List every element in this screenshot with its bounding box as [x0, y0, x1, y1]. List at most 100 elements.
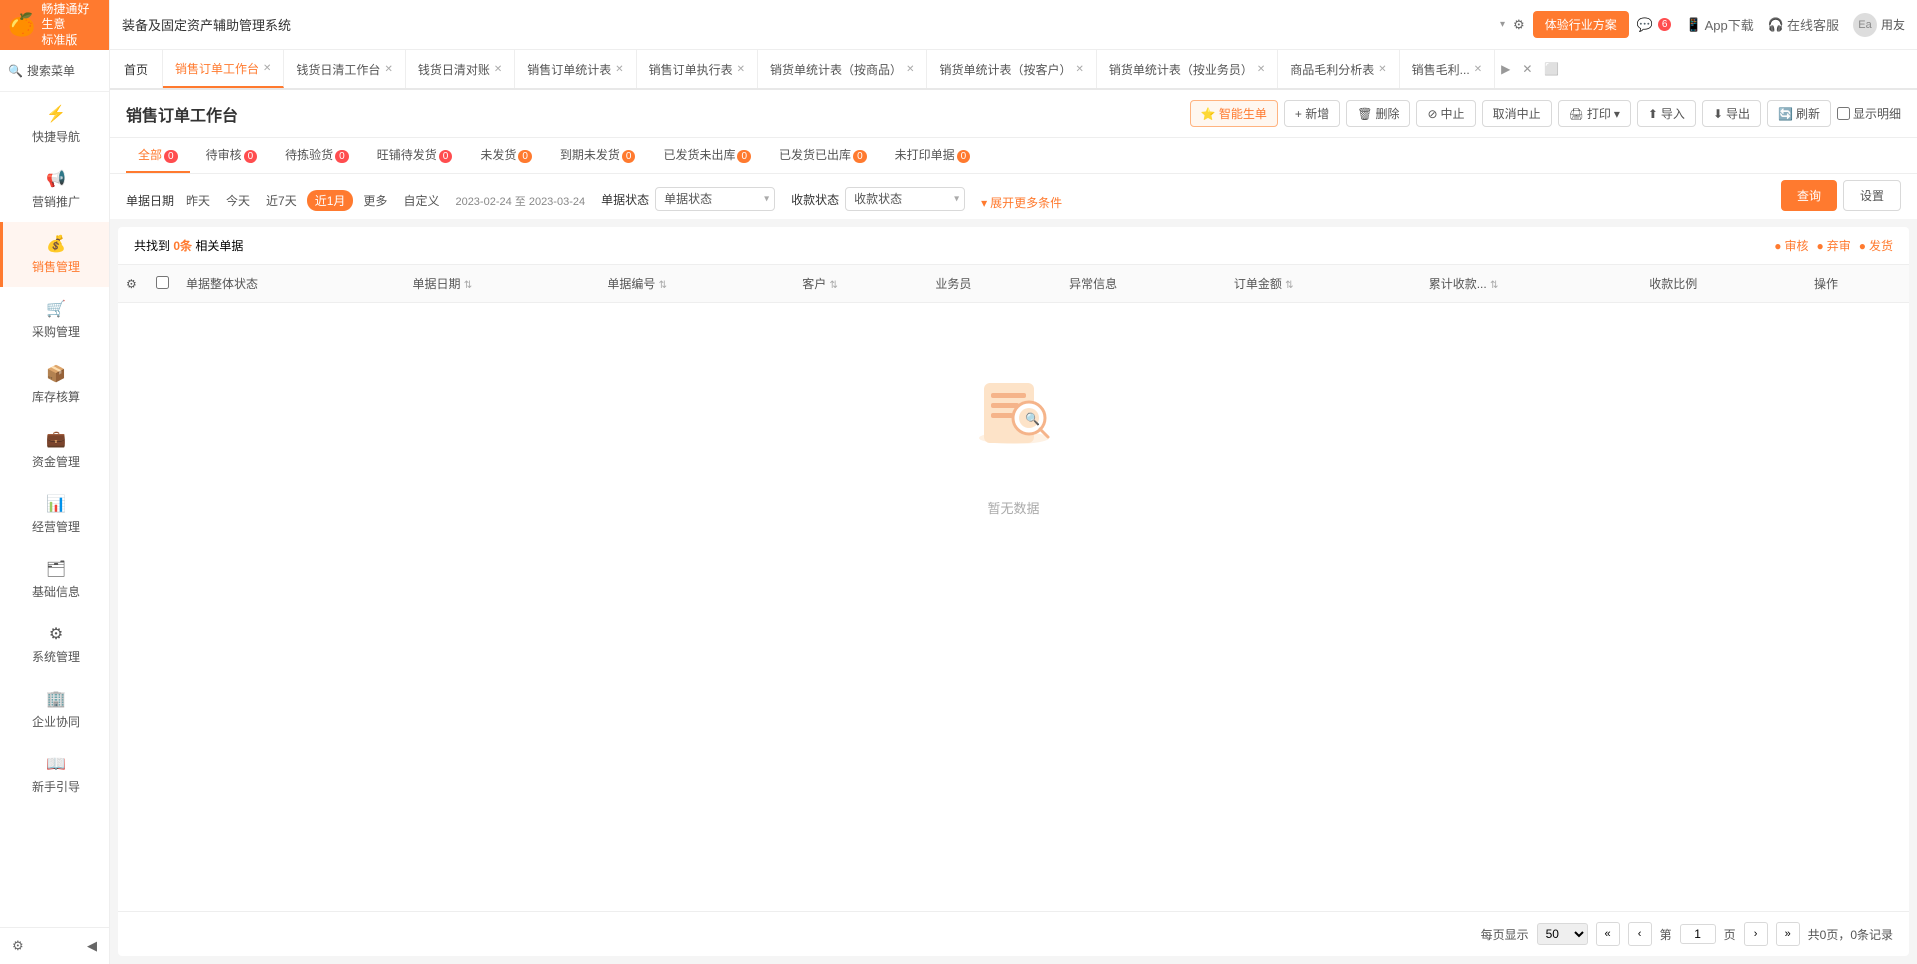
tab-sales-exec[interactable]: 销售订单执行表 ✕ — [637, 50, 758, 88]
subtab-not-shipped[interactable]: 未发货0 — [468, 138, 544, 173]
subtab-wangpu-ship[interactable]: 旺铺待发货0 — [365, 138, 465, 173]
tab-close-cash-daily[interactable]: ✕ — [384, 64, 392, 75]
sidebar-nav-item-enterprise[interactable]: 🏢 企业协同 — [0, 677, 109, 742]
subtab-shipped-not-out[interactable]: 已发货未出库0 — [651, 138, 763, 173]
industry-solution-button[interactable]: 体验行业方案 — [1533, 11, 1629, 38]
subtab-pending-review[interactable]: 待审核0 — [194, 138, 270, 173]
ship-button[interactable]: ● 发货 — [1859, 237, 1893, 254]
subtab-not-printed[interactable]: 未打印单据0 — [883, 138, 983, 173]
tab-close-gross-profit[interactable]: ✕ — [1378, 64, 1386, 75]
subtab-shipped-out[interactable]: 已发货已出库0 — [767, 138, 879, 173]
col-date[interactable]: 单据日期 ⇅ — [404, 265, 599, 303]
tab-close-sale-summary-staff[interactable]: ✕ — [1257, 64, 1265, 75]
search-menu-button[interactable]: 🔍 搜索菜单 — [8, 58, 101, 83]
ai-generate-button[interactable]: ⭐ 智能生单 — [1190, 100, 1278, 127]
tab-home[interactable]: 首页 — [110, 50, 163, 88]
approve-button[interactable]: ● 审核 — [1774, 237, 1808, 254]
sidebar-nav-item-guide[interactable]: 📖 新手引导 — [0, 742, 109, 807]
page-header-actions: ⭐ 智能生单 + 新增 🗑 删除 ⊘ 中止 取消中止 🖨 打印 ▾ — [1190, 100, 1901, 127]
subtab-all[interactable]: 全部0 — [126, 138, 190, 173]
col-staff[interactable]: 业务员 — [927, 265, 1061, 303]
tab-sales-stats[interactable]: 销售订单统计表 ✕ — [515, 50, 636, 88]
query-button[interactable]: 查询 — [1781, 180, 1837, 211]
import-button[interactable]: ⬆ 导入 — [1637, 100, 1696, 127]
refresh-button[interactable]: 🔄 刷新 — [1767, 100, 1831, 127]
page-next-button[interactable]: › — [1744, 922, 1768, 946]
col-number-label: 单据编号 — [607, 277, 655, 291]
col-number[interactable]: 单据编号 ⇅ — [599, 265, 794, 303]
tab-gross-profit[interactable]: 商品毛利分析表 ✕ — [1278, 50, 1399, 88]
col-amount-label: 订单金额 — [1234, 277, 1282, 291]
sidebar-nav-item-marketing[interactable]: 📢 营销推广 — [0, 157, 109, 222]
tab-close-cash-reconcile[interactable]: ✕ — [494, 64, 502, 75]
tab-label-sales-exec: 销售订单执行表 — [649, 61, 733, 78]
show-detail-checkbox[interactable] — [1837, 107, 1850, 120]
filter-7days-btn[interactable]: 近7天 — [260, 190, 303, 211]
topbar-settings-button[interactable]: ⚙ — [1513, 17, 1525, 33]
page-first-button[interactable]: « — [1596, 922, 1620, 946]
page-number-input[interactable] — [1680, 924, 1716, 944]
filter-yesterday-btn[interactable]: 昨天 — [180, 190, 216, 211]
new-button[interactable]: + 新增 — [1284, 100, 1340, 127]
tab-label-gross-profit: 商品毛利分析表 — [1290, 61, 1374, 78]
search-menu-label: 搜索菜单 — [27, 62, 75, 79]
message-button[interactable]: 💬 6 — [1637, 17, 1672, 33]
sidebar-nav-item-finance[interactable]: 💼 资金管理 — [0, 417, 109, 482]
expand-filter-button[interactable]: ▾ 展开更多条件 — [981, 194, 1062, 211]
tab-close-sales-stats[interactable]: ✕ — [615, 64, 623, 75]
tab-close-sales-more[interactable]: ✕ — [1474, 64, 1482, 75]
tab-cash-reconcile[interactable]: 钱货日清对账 ✕ — [406, 50, 515, 88]
tab-sale-summary-product[interactable]: 销货单统计表（按商品） ✕ — [758, 50, 927, 88]
tab-maximize-button[interactable]: ⬜ — [1538, 50, 1565, 88]
filter-status-select[interactable]: 单据状态 — [655, 187, 775, 211]
col-customer[interactable]: 客户 ⇅ — [794, 265, 927, 303]
filter-more-btn[interactable]: 更多 — [357, 190, 393, 211]
tab-sales-more[interactable]: 销售毛利... ✕ — [1400, 50, 1495, 88]
tab-cash-daily[interactable]: 钱货日清工作台 ✕ — [284, 50, 405, 88]
stop-button[interactable]: ⊘ 中止 — [1416, 100, 1475, 127]
col-amount[interactable]: 订单金额 ⇅ — [1226, 265, 1421, 303]
tab-close-sales-exec[interactable]: ✕ — [737, 64, 745, 75]
print-button[interactable]: 🖨 打印 ▾ — [1558, 100, 1631, 127]
subtab-overdue-not-shipped[interactable]: 到期未发货0 — [548, 138, 648, 173]
tab-more-button[interactable]: ▶ — [1495, 50, 1516, 88]
filter-1month-btn[interactable]: 近1月 — [307, 190, 354, 211]
show-detail-checkbox-label[interactable]: 显示明细 — [1837, 105, 1901, 122]
subtab-pending-inspect[interactable]: 待拣验货0 — [273, 138, 361, 173]
sidebar-nav-item-sales[interactable]: 💰 销售管理 — [0, 222, 109, 287]
tab-close-sale-summary-product[interactable]: ✕ — [906, 64, 914, 75]
tab-close-all-button[interactable]: ✕ — [1516, 50, 1538, 88]
col-collected[interactable]: 累计收款... ⇅ — [1421, 265, 1642, 303]
app-download-button[interactable]: 📱 App下载 — [1685, 15, 1753, 34]
filter-custom-btn[interactable]: 自定义 — [397, 190, 445, 211]
sidebar-nav-item-quick[interactable]: ⚡ 快捷导航 — [0, 92, 109, 157]
tab-close-sale-summary-customer[interactable]: ✕ — [1075, 64, 1083, 75]
tab-close-sales-workbench[interactable]: ✕ — [263, 63, 271, 74]
sidebar-nav-item-basic[interactable]: 🗂 基础信息 — [0, 547, 109, 612]
online-service-button[interactable]: 🎧 在线客服 — [1768, 15, 1839, 34]
tab-sale-summary-customer[interactable]: 销货单统计表（按客户） ✕ — [927, 50, 1096, 88]
page-size-select[interactable]: 50 10 20 100 — [1537, 923, 1588, 945]
page-prev-button[interactable]: ‹ — [1628, 922, 1652, 946]
delete-button[interactable]: 🗑 删除 — [1346, 100, 1410, 127]
revoke-button[interactable]: ● 弃审 — [1816, 237, 1850, 254]
filter-collection-select[interactable]: 收款状态 — [845, 187, 965, 211]
select-all-checkbox[interactable] — [156, 276, 169, 289]
sidebar-nav-item-system[interactable]: ⚙ 系统管理 — [0, 612, 109, 677]
sidebar-nav-item-purchase[interactable]: 🛒 采购管理 — [0, 287, 109, 352]
sidebar-settings-button[interactable]: ⚙ — [12, 938, 24, 954]
sidebar-nav-item-inventory[interactable]: 📦 库存核算 — [0, 352, 109, 417]
cancel-stop-button[interactable]: 取消中止 — [1482, 100, 1552, 127]
tab-sales-workbench[interactable]: 销售订单工作台 ✕ — [163, 50, 284, 88]
filter-settings-button[interactable]: 设置 — [1843, 180, 1901, 211]
sidebar-bottom: ⚙ ◀ — [0, 927, 109, 964]
export-button[interactable]: ⬇ 导出 — [1702, 100, 1761, 127]
tab-sale-summary-staff[interactable]: 销货单统计表（按业务员） ✕ — [1097, 50, 1278, 88]
sidebar-collapse-button[interactable]: ◀ — [87, 938, 97, 954]
filter-today-btn[interactable]: 今天 — [220, 190, 256, 211]
result-prefix: 共找到 — [134, 239, 170, 253]
sidebar: 🍊 畅捷通好生意 标准版 🔍 搜索菜单 ⚡ 快捷导航 📢 营销推广 💰 销售管理… — [0, 0, 110, 964]
sort-collected-icon: ⇅ — [1490, 280, 1498, 291]
sidebar-nav-item-operations[interactable]: 📊 经营管理 — [0, 482, 109, 547]
page-last-button[interactable]: » — [1776, 922, 1800, 946]
